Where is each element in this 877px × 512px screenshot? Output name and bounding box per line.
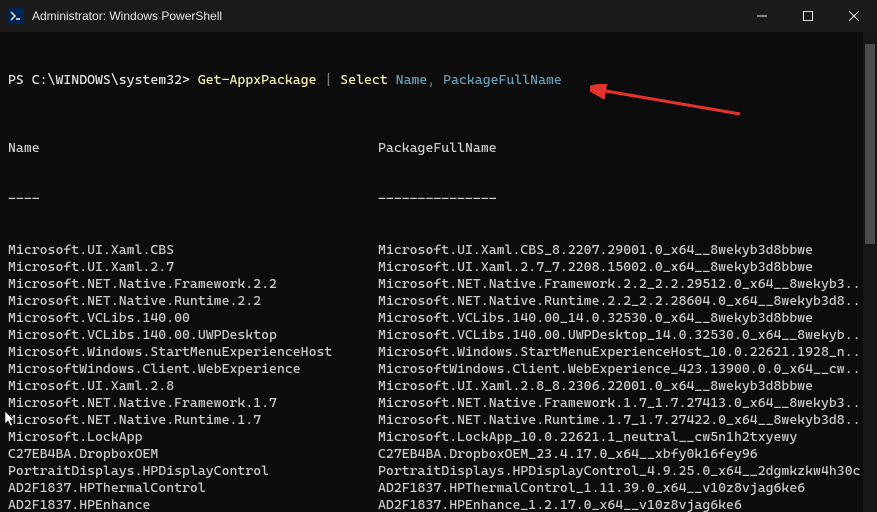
table-row: Microsoft.NET.Native.Runtime.2.2Microsof…	[8, 293, 869, 310]
arg-packagefullname: PackageFullName	[443, 72, 562, 88]
cell-name: Microsoft.Windows.StartMenuExperienceHos…	[8, 344, 378, 361]
cell-packagefullname: Microsoft.Windows.StartMenuExperienceHos…	[378, 344, 869, 361]
header-name: Name	[8, 140, 378, 157]
cell-packagefullname: Microsoft.UI.Xaml.CBS_8.2207.29001.0_x64…	[378, 242, 869, 259]
powershell-window: Administrator: Windows PowerShell PS C:\…	[0, 0, 877, 512]
table-row: C27EB4BA.DropboxOEMC27EB4BA.DropboxOEM_2…	[8, 446, 869, 463]
cell-name: Microsoft.VCLibs.140.00	[8, 310, 378, 327]
cell-name: Microsoft.UI.Xaml.CBS	[8, 242, 378, 259]
cell-packagefullname: PortraitDisplays.HPDisplayControl_4.9.25…	[378, 463, 869, 480]
cell-name: Microsoft.UI.Xaml.2.7	[8, 259, 378, 276]
pipe: |	[324, 72, 332, 88]
table-header: NamePackageFullName	[8, 140, 869, 157]
powershell-icon	[8, 8, 24, 24]
cell-name: Microsoft.NET.Native.Framework.1.7	[8, 395, 378, 412]
cell-name: Microsoft.LockApp	[8, 429, 378, 446]
cell-packagefullname: Microsoft.NET.Native.Framework.2.2_2.2.2…	[378, 276, 869, 293]
cell-packagefullname: C27EB4BA.DropboxOEM_23.4.17.0_x64__xbfy0…	[378, 446, 869, 463]
underline-name: ----	[8, 191, 378, 208]
table-row: Microsoft.NET.Native.Framework.1.7Micros…	[8, 395, 869, 412]
cmdlet-2: Select	[340, 72, 387, 88]
table-row: Microsoft.UI.Xaml.2.7Microsoft.UI.Xaml.2…	[8, 259, 869, 276]
cell-packagefullname: Microsoft.NET.Native.Runtime.2.2_2.2.286…	[378, 293, 869, 310]
table-row: Microsoft.UI.Xaml.CBSMicrosoft.UI.Xaml.C…	[8, 242, 869, 259]
cell-packagefullname: Microsoft.LockApp_10.0.22621.1_neutral__…	[378, 429, 869, 446]
prompt-prefix: PS C:\WINDOWS\system32>	[8, 72, 190, 88]
annotation-arrow-icon	[590, 84, 750, 124]
table-row: Microsoft.Windows.StartMenuExperienceHos…	[8, 344, 869, 361]
table-row: Microsoft.LockAppMicrosoft.LockApp_10.0.…	[8, 429, 869, 446]
cell-name: Microsoft.UI.Xaml.2.8	[8, 378, 378, 395]
table-row: AD2F1837.HPEnhanceAD2F1837.HPEnhance_1.2…	[8, 497, 869, 512]
table-row: Microsoft.NET.Native.Framework.2.2Micros…	[8, 276, 869, 293]
arg-name: Name	[396, 72, 428, 88]
cell-name: Microsoft.NET.Native.Runtime.2.2	[8, 293, 378, 310]
cell-packagefullname: Microsoft.UI.Xaml.2.8_8.2306.22001.0_x64…	[378, 378, 869, 395]
cell-packagefullname: AD2F1837.HPEnhance_1.2.17.0_x64__v10z8vj…	[378, 497, 869, 512]
prompt-line: PS C:\WINDOWS\system32> Get-AppxPackage …	[8, 72, 869, 89]
scrollbar-thumb[interactable]	[865, 44, 875, 244]
minimize-button[interactable]	[739, 0, 785, 32]
cell-packagefullname: MicrosoftWindows.Client.WebExperience_42…	[378, 361, 869, 378]
table-row: Microsoft.VCLibs.140.00.UWPDesktopMicros…	[8, 327, 869, 344]
table-row: AD2F1837.HPThermalControlAD2F1837.HPTher…	[8, 480, 869, 497]
cell-packagefullname: Microsoft.VCLibs.140.00.UWPDesktop_14.0.…	[378, 327, 869, 344]
cell-name: C27EB4BA.DropboxOEM	[8, 446, 378, 463]
table-row: MicrosoftWindows.Client.WebExperienceMic…	[8, 361, 869, 378]
cell-name: PortraitDisplays.HPDisplayControl	[8, 463, 378, 480]
table-row: PortraitDisplays.HPDisplayControlPortrai…	[8, 463, 869, 480]
maximize-button[interactable]	[785, 0, 831, 32]
terminal-content[interactable]: PS C:\WINDOWS\system32> Get-AppxPackage …	[0, 32, 877, 512]
cell-packagefullname: AD2F1837.HPThermalControl_1.11.39.0_x64_…	[378, 480, 869, 497]
window-title: Administrator: Windows PowerShell	[32, 9, 222, 23]
cell-name: Microsoft.VCLibs.140.00.UWPDesktop	[8, 327, 378, 344]
underline-full: ---------------	[378, 191, 869, 208]
cell-packagefullname: Microsoft.UI.Xaml.2.7_7.2208.15002.0_x64…	[378, 259, 869, 276]
cmdlet-1: Get-AppxPackage	[198, 72, 317, 88]
close-button[interactable]	[831, 0, 877, 32]
cell-name: AD2F1837.HPThermalControl	[8, 480, 378, 497]
table-row: Microsoft.NET.Native.Runtime.1.7Microsof…	[8, 412, 869, 429]
cell-name: Microsoft.NET.Native.Runtime.1.7	[8, 412, 378, 429]
cell-packagefullname: Microsoft.NET.Native.Runtime.1.7_1.7.274…	[378, 412, 869, 429]
vertical-scrollbar[interactable]	[863, 32, 877, 512]
cell-name: Microsoft.NET.Native.Framework.2.2	[8, 276, 378, 293]
comma: ,	[427, 72, 435, 88]
table-row: Microsoft.UI.Xaml.2.8Microsoft.UI.Xaml.2…	[8, 378, 869, 395]
table-row: Microsoft.VCLibs.140.00Microsoft.VCLibs.…	[8, 310, 869, 327]
cell-packagefullname: Microsoft.VCLibs.140.00_14.0.32530.0_x64…	[378, 310, 869, 327]
cell-name: AD2F1837.HPEnhance	[8, 497, 378, 512]
titlebar[interactable]: Administrator: Windows PowerShell	[0, 0, 877, 32]
cell-packagefullname: Microsoft.NET.Native.Framework.1.7_1.7.2…	[378, 395, 869, 412]
cell-name: MicrosoftWindows.Client.WebExperience	[8, 361, 378, 378]
table-header-underline: -------------------	[8, 191, 869, 208]
header-packagefullname: PackageFullName	[378, 140, 869, 157]
